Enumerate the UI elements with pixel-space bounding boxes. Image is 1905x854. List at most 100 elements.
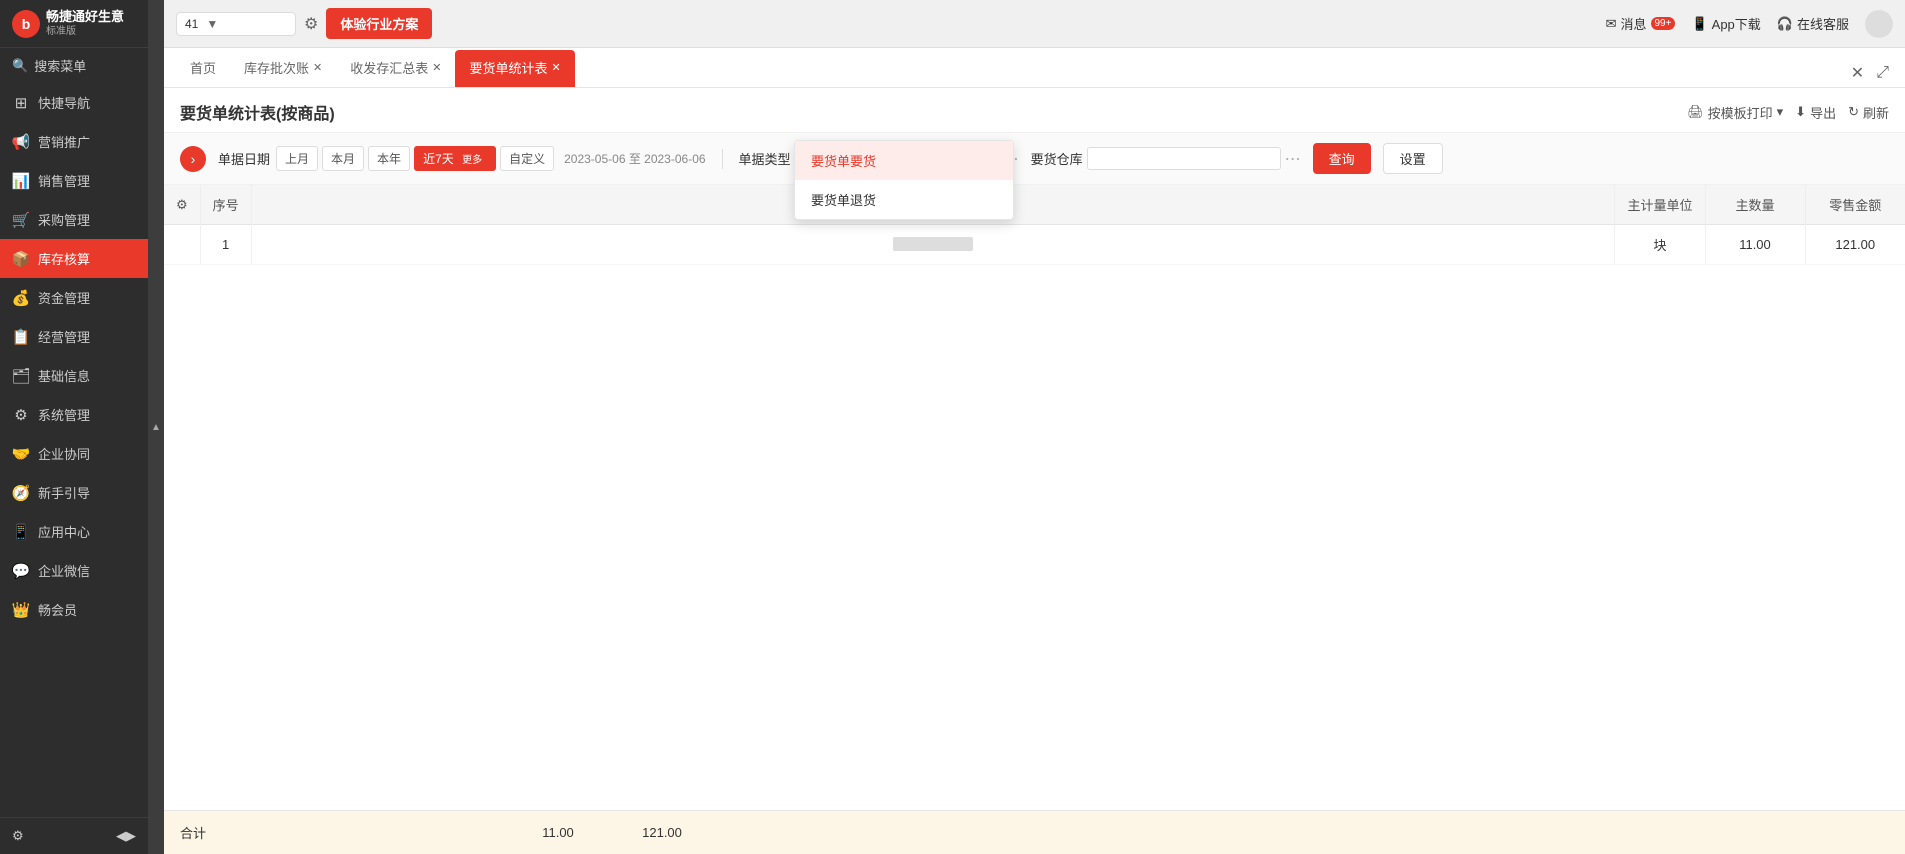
tab-close-inventory-batch[interactable]: ✕ [313, 61, 322, 74]
app-title: 畅捷通好生意 [46, 9, 124, 26]
tab-request-summary[interactable]: 要货单统计表 ✕ [455, 50, 574, 87]
export-btn[interactable]: ⬇ 导出 [1795, 103, 1836, 122]
main-content: 41 ▼ ⚙ 体验行业方案 ✉ 消息 99+ 📱 App下载 🎧 在线客服 首页 [164, 0, 1905, 854]
warehouse-filter-label: 要货仓库 [1031, 149, 1083, 168]
print-btn[interactable]: 🖨 按模板打印 ▾ [1687, 103, 1783, 122]
trial-button[interactable]: 体验行业方案 [326, 8, 432, 39]
date-filter-label: 单据日期 [218, 149, 270, 168]
print-icon: 🖨 [1687, 104, 1704, 120]
sidebar-search[interactable]: 🔍 搜索菜单 [0, 48, 148, 83]
appstore-icon: 📱 [12, 523, 30, 541]
table-row: 1 块 11.00 121.00 [164, 225, 1905, 265]
goods-blurred-text [893, 237, 973, 251]
sidebar-item-sales[interactable]: 📊 销售管理 [0, 161, 148, 200]
sidebar-item-marketing[interactable]: 📢 营销推广 [0, 122, 148, 161]
company-dropdown-icon: ▼ [206, 17, 218, 31]
sidebar-item-inventory[interactable]: 📦 库存核算 [0, 239, 148, 278]
tab-action-close[interactable]: ✕ [1847, 61, 1868, 85]
date-btn-last-month[interactable]: 上月 [276, 146, 318, 171]
filter-expand-btn[interactable]: › [180, 146, 206, 172]
date-btn-this-year[interactable]: 本年 [368, 146, 410, 171]
messages-btn[interactable]: ✉ 消息 99+ [1606, 14, 1676, 33]
type-dropdown: 要货单要货 要货单退货 [794, 140, 1014, 220]
sidebar-item-appstore[interactable]: 📱 应用中心 [0, 512, 148, 551]
row-unit: 块 [1615, 225, 1705, 265]
basic-icon: 🗂 [12, 367, 30, 385]
dropdown-item-request-return[interactable]: 要货单退货 [795, 180, 1013, 219]
tab-close-collect-summary[interactable]: ✕ [432, 61, 441, 74]
warehouse-input[interactable] [1087, 147, 1281, 170]
online-service-btn[interactable]: 🎧 在线客服 [1777, 14, 1849, 33]
tab-close-request-summary[interactable]: ✕ [552, 61, 561, 74]
more-badge: 更多 [457, 154, 487, 167]
company-selector[interactable]: 41 ▼ [176, 12, 296, 36]
purchase-icon: 🛒 [12, 211, 30, 229]
query-button[interactable]: 查询 [1313, 143, 1371, 174]
th-amount: 零售金额 [1805, 185, 1905, 225]
sidebar-item-wechat[interactable]: 💬 企业微信 [0, 551, 148, 590]
sidebar-logo: b 畅捷通好生意 标准版 [0, 0, 148, 48]
inventory-icon: 📦 [12, 250, 30, 268]
tab-actions: ✕ ⤢ [1847, 61, 1893, 87]
quick-nav-icon: ⊞ [12, 94, 30, 112]
sidebar-item-operation[interactable]: 📋 经营管理 [0, 317, 148, 356]
topbar-settings-icon[interactable]: ⚙ [304, 14, 318, 34]
type-filter-label: 单据类型 [739, 149, 791, 168]
sales-icon: 📊 [12, 172, 30, 190]
row-settings-cell [164, 225, 200, 265]
sidebar-item-purchase[interactable]: 🛒 采购管理 [0, 200, 148, 239]
member-icon: 👑 [12, 601, 30, 619]
collapse-icon[interactable]: ◀▶ [116, 828, 136, 844]
sidebar-item-quick-nav[interactable]: ⊞ 快捷导航 [0, 83, 148, 122]
headset-icon: 🎧 [1777, 16, 1793, 32]
th-settings[interactable]: ⚙ [164, 185, 200, 225]
date-btn-this-month[interactable]: 本月 [322, 146, 364, 171]
page-content: 要货单统计表(按商品) 🖨 按模板打印 ▾ ⬇ 导出 ↻ 刷新 › [164, 88, 1905, 854]
page-header: 要货单统计表(按商品) 🖨 按模板打印 ▾ ⬇ 导出 ↻ 刷新 [164, 88, 1905, 133]
sidebar-item-system[interactable]: ⚙ 系统管理 [0, 395, 148, 434]
system-icon: ⚙ [12, 406, 30, 424]
tab-action-expand[interactable]: ⤢ [1872, 62, 1893, 84]
message-icon: ✉ [1606, 16, 1617, 32]
row-amount: 121.00 [1805, 225, 1905, 265]
app-download-btn[interactable]: 📱 App下载 [1691, 14, 1760, 33]
footer-label: 合计 [180, 823, 206, 842]
sidebar-scroll[interactable]: ▲ [148, 0, 164, 854]
print-dropdown-icon: ▾ [1777, 104, 1784, 120]
sidebar-item-finance[interactable]: 💰 资金管理 [0, 278, 148, 317]
date-btn-custom[interactable]: 自定义 [500, 146, 554, 171]
tab-inventory-batch[interactable]: 库存批次账 ✕ [230, 50, 336, 87]
data-table: ⚙ 序号 商品 主计量单位 主数量 零售金额 1 [164, 185, 1905, 265]
table-wrap: ⚙ 序号 商品 主计量单位 主数量 零售金额 1 [164, 185, 1905, 810]
tabs-bar: 首页 库存批次账 ✕ 收发存汇总表 ✕ 要货单统计表 ✕ ✕ ⤢ [164, 48, 1905, 88]
sidebar-item-guide[interactable]: 🧭 新手引导 [0, 473, 148, 512]
settings-bottom-icon[interactable]: ⚙ [12, 828, 24, 844]
tab-home[interactable]: 首页 [176, 50, 230, 87]
tab-collect-summary[interactable]: 收发存汇总表 ✕ [336, 50, 455, 87]
warehouse-more-icon[interactable]: ⋯ [1285, 149, 1301, 169]
footer-qty: 11.00 [518, 825, 598, 840]
date-range: 2023-05-06 至 2023-06-06 [564, 150, 705, 167]
filter-divider-1 [722, 149, 723, 169]
th-unit: 主计量单位 [1615, 185, 1705, 225]
settings-button[interactable]: 设置 [1383, 143, 1443, 174]
finance-icon: 💰 [12, 289, 30, 307]
marketing-icon: 📢 [12, 133, 30, 151]
row-num: 1 [200, 225, 251, 265]
date-btn-7days[interactable]: 近7天 更多 [414, 146, 496, 171]
sidebar-item-basic[interactable]: 🗂 基础信息 [0, 356, 148, 395]
user-avatar[interactable] [1865, 10, 1893, 38]
footer-amount: 121.00 [622, 825, 702, 840]
sidebar-footer: ⚙ ◀▶ [0, 817, 148, 854]
dropdown-item-request-goods[interactable]: 要货单要货 [795, 141, 1013, 180]
table-header-row: ⚙ 序号 商品 主计量单位 主数量 零售金额 [164, 185, 1905, 225]
page-title: 要货单统计表(按商品) [180, 100, 335, 124]
sidebar-item-enterprise[interactable]: 🤝 企业协同 [0, 434, 148, 473]
row-qty: 11.00 [1705, 225, 1805, 265]
phone-icon: 📱 [1691, 16, 1707, 32]
sidebar-item-member[interactable]: 👑 畅会员 [0, 590, 148, 629]
search-icon: 🔍 [12, 58, 28, 74]
app-logo-icon: b [12, 10, 40, 38]
refresh-btn[interactable]: ↻ 刷新 [1848, 103, 1889, 122]
column-settings-icon: ⚙ [176, 197, 188, 212]
